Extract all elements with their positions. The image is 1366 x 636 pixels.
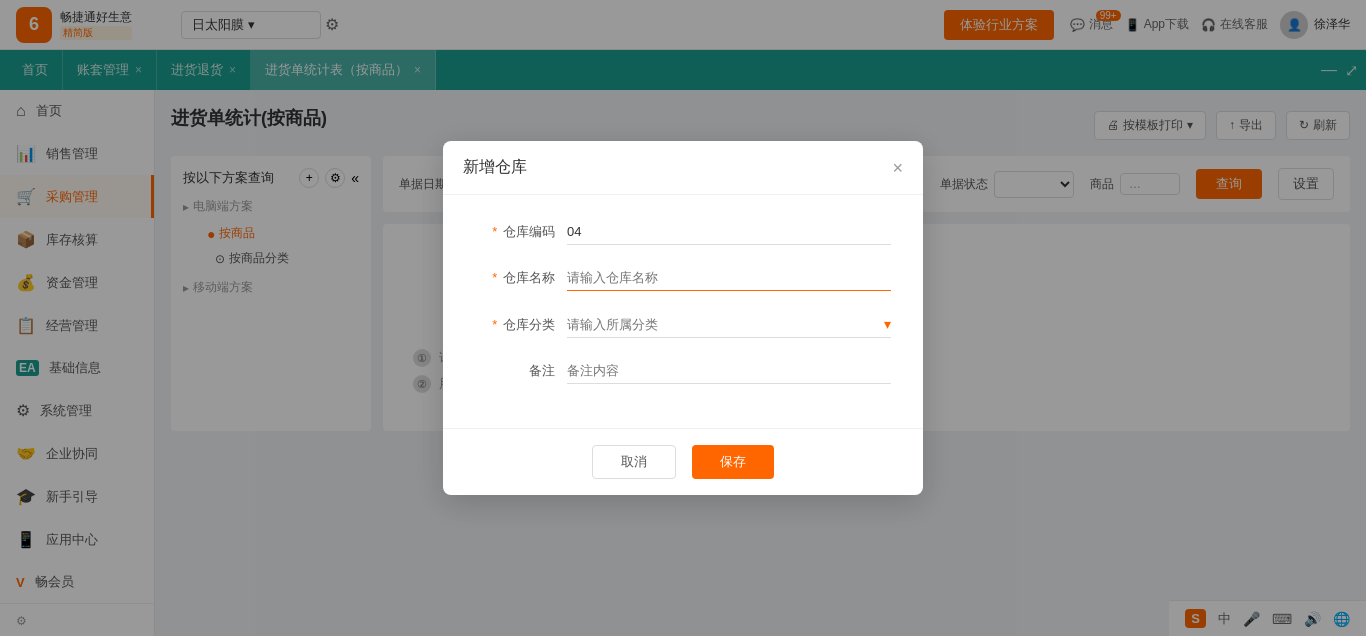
form-item-category: * 仓库分类 ▾ — [475, 311, 891, 338]
required-star2: * — [492, 270, 497, 285]
name-label: * 仓库名称 — [475, 269, 555, 287]
modal-close-button[interactable]: × — [892, 159, 903, 177]
required-star3: * — [492, 317, 497, 332]
add-warehouse-modal: 新增仓库 × * 仓库编码 * 仓库名称 * 仓库分 — [443, 141, 923, 495]
modal-title: 新增仓库 — [463, 157, 527, 178]
name-input[interactable] — [567, 265, 891, 291]
note-input[interactable] — [567, 358, 891, 384]
note-label: 备注 — [475, 362, 555, 380]
modal-header: 新增仓库 × — [443, 141, 923, 195]
category-input[interactable] — [567, 317, 884, 332]
modal-body: * 仓库编码 * 仓库名称 * 仓库分类 ▾ — [443, 195, 923, 428]
save-button[interactable]: 保存 — [692, 445, 774, 479]
form-item-note: 备注 — [475, 358, 891, 384]
code-input[interactable] — [567, 219, 891, 245]
modal-overlay: 新增仓库 × * 仓库编码 * 仓库名称 * 仓库分 — [0, 0, 1366, 636]
code-label: * 仓库编码 — [475, 223, 555, 241]
modal-footer: 取消 保存 — [443, 428, 923, 495]
required-star: * — [492, 224, 497, 239]
category-select[interactable]: ▾ — [567, 311, 891, 338]
chevron-down-icon: ▾ — [884, 316, 891, 332]
category-label: * 仓库分类 — [475, 316, 555, 334]
cancel-button[interactable]: 取消 — [592, 445, 676, 479]
form-item-code: * 仓库编码 — [475, 219, 891, 245]
form-item-name: * 仓库名称 — [475, 265, 891, 291]
